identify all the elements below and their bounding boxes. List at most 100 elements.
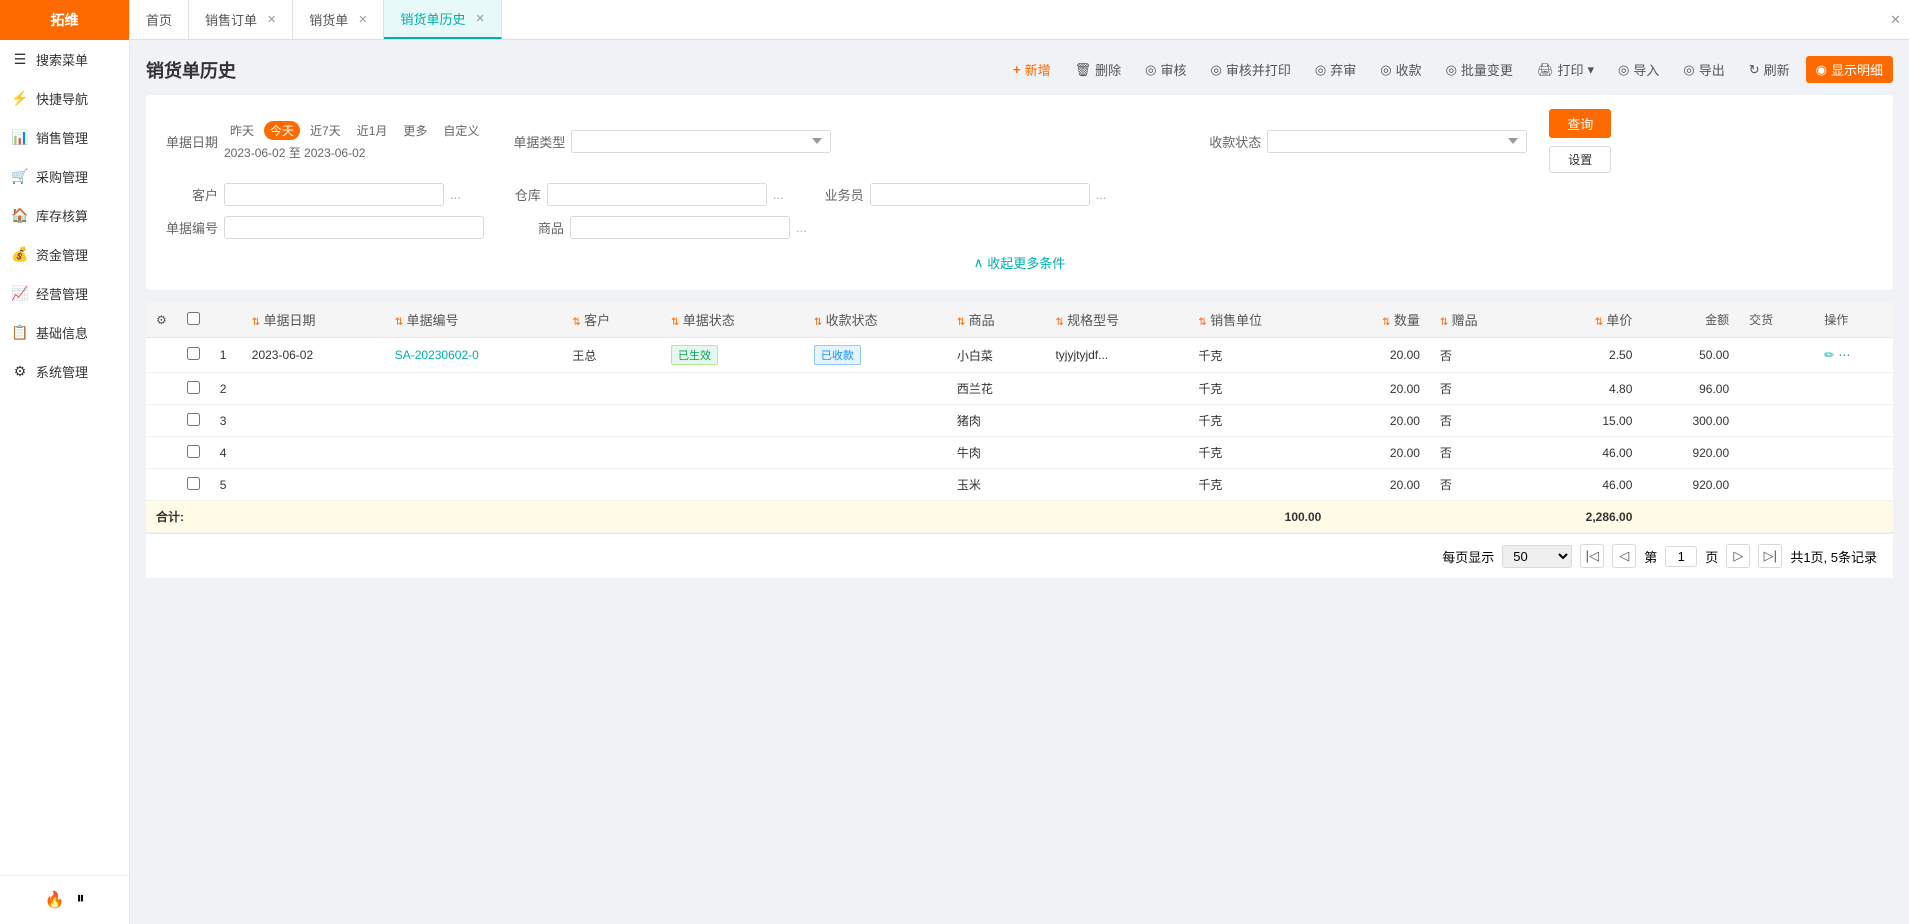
row-customer-cell [562, 437, 661, 469]
print-button[interactable]: 🖨 打印 ▾ [1529, 56, 1602, 83]
row-settings-cell [146, 437, 177, 469]
col-gift[interactable]: ⇅ 赠品 [1430, 302, 1529, 338]
date-tag-custom[interactable]: 自定义 [437, 121, 485, 140]
query-settings-group: 查询 设置 [1549, 109, 1611, 173]
date-tag-yesterday[interactable]: 昨天 [224, 121, 260, 140]
action-more-link[interactable]: ⋯ [1838, 348, 1850, 362]
row-checkbox[interactable] [187, 445, 200, 458]
filter-customer-input[interactable] [224, 183, 444, 206]
tab-sales-order[interactable]: 销售订单 ✕ [189, 0, 293, 39]
tab-sales-goods[interactable]: 销货单 ✕ [293, 0, 384, 39]
audit-button[interactable]: ◎ 审核 [1137, 56, 1194, 83]
date-tag-7days[interactable]: 近7天 [304, 121, 347, 140]
sidebar-item-sys-mgmt[interactable]: ⚙ 系统管理 [0, 352, 129, 391]
table-head: ⚙ ⇅ 单据日期 ⇅ 单据编号 ⇅ 客户 ⇅ 单据状态 ⇅ 收款状态 ⇅ 商品 … [146, 302, 1893, 338]
col-goods[interactable]: ⇅ 商品 [947, 302, 1046, 338]
sidebar: 拓维 ☰ 搜索菜单 ⚡ 快捷导航 📊 销售管理 🛒 采购管理 🏠 库存核算 💰 … [0, 0, 130, 924]
query-button[interactable]: 查询 [1549, 109, 1611, 138]
sidebar-item-sales-mgmt[interactable]: 📊 销售管理 [0, 118, 129, 157]
col-settings[interactable]: ⚙ [146, 302, 177, 338]
refresh-button[interactable]: ↻ 刷新 [1741, 56, 1798, 83]
pause-icon[interactable]: ⏸ [76, 890, 84, 910]
new-button[interactable]: + 新增 [1005, 56, 1059, 83]
col-doc-date[interactable]: ⇅ 单据日期 [242, 302, 385, 338]
fire-icon[interactable]: 🔥 [45, 890, 65, 910]
date-tag-more[interactable]: 更多 [397, 121, 433, 140]
filter-salesperson-input[interactable] [870, 183, 1090, 206]
filter-row-1: 单据日期 昨天 今天 近7天 近1月 更多 自定义 2023-06-02 至 2… [162, 109, 1877, 173]
row-unit-cell: 千克 [1188, 469, 1331, 501]
batch-change-button[interactable]: ◎ 批量变更 [1438, 56, 1521, 83]
per-page-select[interactable]: 50 100 [1502, 545, 1572, 568]
abandon-button[interactable]: ◎ 弃审 [1307, 56, 1364, 83]
sidebar-item-label: 库存核算 [36, 206, 88, 225]
export-button[interactable]: ◎ 导出 [1675, 56, 1732, 83]
action-edit-link[interactable]: ✏ [1824, 348, 1834, 362]
row-price-cell: 4.80 [1529, 373, 1643, 405]
import-button[interactable]: ◎ 导入 [1610, 56, 1667, 83]
next-page-button[interactable]: ▷ [1726, 544, 1750, 568]
filter-warehouse-input[interactable] [547, 183, 767, 206]
collapse-button[interactable]: ∧ 收起更多条件 [974, 249, 1066, 276]
select-all-checkbox[interactable] [187, 312, 200, 325]
filter-collect-status-select[interactable] [1267, 130, 1527, 153]
row-amount-cell: 50.00 [1642, 338, 1739, 373]
tab-home[interactable]: 首页 [130, 0, 189, 39]
sidebar-item-finance-mgmt[interactable]: 💰 资金管理 [0, 235, 129, 274]
tab-sales-order-close[interactable]: ✕ [267, 13, 276, 26]
tab-sales-goods-close[interactable]: ✕ [358, 13, 367, 26]
first-page-button[interactable]: |◁ [1580, 544, 1604, 568]
doc-no-link[interactable]: SA-20230602-0 [395, 348, 479, 362]
show-detail-button[interactable]: ◉ 显示明细 [1806, 56, 1893, 83]
tab-bar-close-all[interactable]: ✕ [1890, 12, 1909, 28]
sidebar-item-quick-nav[interactable]: ⚡ 快捷导航 [0, 79, 129, 118]
col-doc-no[interactable]: ⇅ 单据编号 [385, 302, 563, 338]
row-checkbox[interactable] [187, 413, 200, 426]
prev-page-button[interactable]: ◁ [1612, 544, 1636, 568]
row-collect-status-cell [804, 437, 947, 469]
sidebar-item-stock-calc[interactable]: 🏠 库存核算 [0, 196, 129, 235]
finance-mgmt-icon: 💰 [12, 247, 28, 263]
filter-goods-dots[interactable]: ... [796, 220, 807, 235]
filter-customer-dots[interactable]: ... [450, 187, 461, 202]
col-collect-status[interactable]: ⇅ 收款状态 [804, 302, 947, 338]
filter-doc-type-select[interactable] [571, 130, 831, 153]
last-page-button[interactable]: ▷| [1758, 544, 1782, 568]
filter-goods-input[interactable] [570, 216, 790, 239]
row-checkbox-cell [177, 469, 210, 501]
sidebar-item-search-menu[interactable]: ☰ 搜索菜单 [0, 40, 129, 79]
delete-button[interactable]: 🗑 删除 [1067, 56, 1130, 83]
settings-button[interactable]: 设置 [1549, 146, 1611, 173]
audit-print-button[interactable]: ◎ 审核并打印 [1203, 56, 1299, 83]
col-qty[interactable]: ⇅ 数量 [1331, 302, 1430, 338]
row-customer-cell [562, 373, 661, 405]
row-unit-cell: 千克 [1188, 338, 1331, 373]
collapse-arrow-icon: ∧ [974, 255, 984, 271]
col-unit[interactable]: ⇅ 销售单位 [1188, 302, 1331, 338]
row-qty-cell: 20.00 [1331, 338, 1430, 373]
col-customer[interactable]: ⇅ 客户 [562, 302, 661, 338]
sidebar-item-ops-mgmt[interactable]: 📈 经营管理 [0, 274, 129, 313]
col-price[interactable]: ⇅ 单价 [1529, 302, 1643, 338]
row-no-cell: 2 [210, 373, 242, 405]
sidebar-item-purchase-mgmt[interactable]: 🛒 采购管理 [0, 157, 129, 196]
row-checkbox[interactable] [187, 381, 200, 394]
date-tag-today[interactable]: 今天 [264, 121, 300, 140]
sidebar-item-basic-info[interactable]: 📋 基础信息 [0, 313, 129, 352]
tab-sales-goods-history-close[interactable]: ✕ [476, 12, 485, 25]
col-spec[interactable]: ⇅ 规格型号 [1045, 302, 1188, 338]
page-number-input[interactable] [1665, 546, 1697, 567]
date-tag-1month[interactable]: 近1月 [351, 121, 394, 140]
tab-sales-goods-history[interactable]: 销货单历史 ✕ [384, 0, 501, 39]
table-row: 1 2023-06-02 SA-20230602-0 王总 已生效 已收款 小白… [146, 338, 1893, 373]
filter-warehouse-dots[interactable]: ... [773, 187, 784, 202]
basic-info-icon: 📋 [12, 325, 28, 341]
filter-salesperson-dots[interactable]: ... [1096, 187, 1107, 202]
row-checkbox[interactable] [187, 347, 200, 360]
col-doc-status[interactable]: ⇅ 单据状态 [661, 302, 804, 338]
filter-docno-input[interactable] [224, 216, 484, 239]
sidebar-item-label: 销售管理 [36, 128, 88, 147]
filter-docno-label: 单据编号 [162, 218, 218, 237]
row-checkbox[interactable] [187, 477, 200, 490]
collect-button[interactable]: ◎ 收款 [1372, 56, 1429, 83]
